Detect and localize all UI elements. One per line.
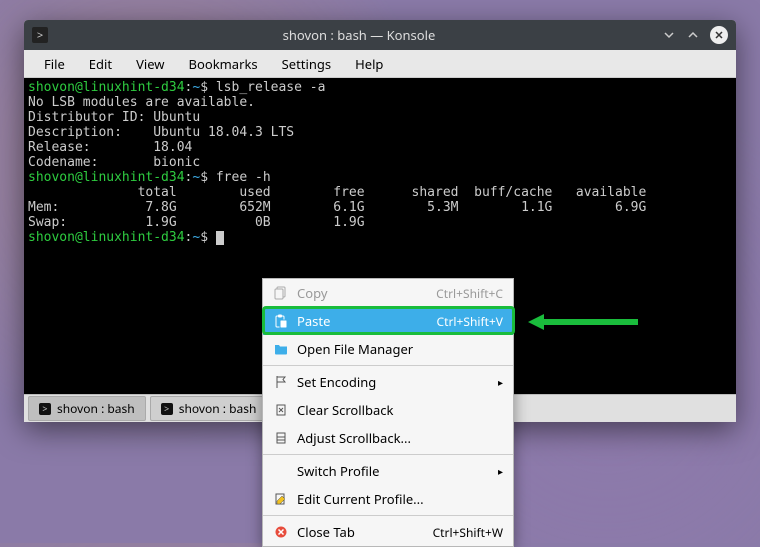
paste-icon bbox=[273, 314, 289, 328]
menu-label: Close Tab bbox=[297, 523, 425, 541]
menu-close-tab[interactable]: Close Tab Ctrl+Shift+W bbox=[263, 518, 513, 546]
menu-label: Adjust Scrollback... bbox=[297, 429, 503, 447]
prompt-user: shovon@linuxhint-d34 bbox=[28, 170, 185, 185]
menu-copy: Copy Ctrl+Shift+C bbox=[263, 279, 513, 307]
output-line: Swap: 1.9G 0B 1.9G bbox=[28, 215, 365, 230]
copy-icon bbox=[273, 286, 289, 300]
menu-edit-profile[interactable]: Edit Current Profile... bbox=[263, 485, 513, 513]
tab-2[interactable]: > shovon : bash bbox=[150, 396, 268, 421]
window-title: shovon : bash — Konsole bbox=[56, 26, 662, 44]
minimize-button[interactable] bbox=[662, 28, 676, 42]
prompt-symbol: $ bbox=[200, 80, 208, 95]
menu-switch-profile[interactable]: Switch Profile ▸ bbox=[263, 457, 513, 485]
tab-label: shovon : bash bbox=[179, 400, 257, 417]
menu-shortcut: Ctrl+Shift+C bbox=[436, 285, 503, 302]
menu-settings[interactable]: Settings bbox=[272, 51, 341, 77]
menu-label: Clear Scrollback bbox=[297, 401, 503, 419]
flag-icon bbox=[273, 375, 289, 389]
menu-separator bbox=[263, 454, 513, 455]
menu-adjust-scrollback[interactable]: Adjust Scrollback... bbox=[263, 424, 513, 452]
adjust-icon bbox=[273, 431, 289, 445]
menu-paste[interactable]: Paste Ctrl+Shift+V bbox=[263, 307, 513, 335]
menu-set-encoding[interactable]: Set Encoding ▸ bbox=[263, 368, 513, 396]
prompt-symbol: $ bbox=[200, 170, 208, 185]
output-line: Codename: bionic bbox=[28, 155, 200, 170]
menu-separator bbox=[263, 515, 513, 516]
tab-label: shovon : bash bbox=[57, 400, 135, 417]
command-2: free -h bbox=[216, 170, 271, 185]
menu-label: Copy bbox=[297, 284, 428, 302]
terminal-icon: > bbox=[39, 403, 51, 415]
menu-open-file-manager[interactable]: Open File Manager bbox=[263, 335, 513, 363]
chevron-right-icon: ▸ bbox=[498, 375, 503, 389]
menu-edit[interactable]: Edit bbox=[79, 51, 122, 77]
app-icon: > bbox=[32, 27, 48, 43]
menu-separator bbox=[263, 365, 513, 366]
output-line: No LSB modules are available. bbox=[28, 95, 255, 110]
prompt-user: shovon@linuxhint-d34 bbox=[28, 80, 185, 95]
output-line: Description: Ubuntu 18.04.3 LTS bbox=[28, 125, 294, 140]
output-line: total used free shared buff/cache availa… bbox=[28, 185, 646, 200]
menu-shortcut: Ctrl+Shift+V bbox=[437, 313, 503, 330]
titlebar: > shovon : bash — Konsole bbox=[24, 20, 736, 50]
output-line: Release: 18.04 bbox=[28, 140, 192, 155]
prompt-user: shovon@linuxhint-d34 bbox=[28, 230, 185, 245]
menu-label: Edit Current Profile... bbox=[297, 490, 503, 508]
edit-icon bbox=[273, 492, 289, 506]
clear-icon bbox=[273, 403, 289, 417]
menu-help[interactable]: Help bbox=[345, 51, 393, 77]
command-1: lsb_release -a bbox=[216, 80, 326, 95]
prompt-symbol: $ bbox=[200, 230, 208, 245]
folder-icon bbox=[273, 342, 289, 356]
menu-label: Paste bbox=[297, 312, 429, 330]
menubar: File Edit View Bookmarks Settings Help bbox=[24, 50, 736, 78]
chevron-right-icon: ▸ bbox=[498, 464, 503, 478]
menu-label: Set Encoding bbox=[297, 373, 490, 391]
cursor bbox=[216, 231, 224, 245]
menu-view[interactable]: View bbox=[126, 51, 174, 77]
menu-label: Open File Manager bbox=[297, 340, 503, 358]
output-line: Distributor ID: Ubuntu bbox=[28, 110, 200, 125]
terminal-icon: > bbox=[161, 403, 173, 415]
menu-label: Switch Profile bbox=[297, 462, 490, 480]
menu-file[interactable]: File bbox=[34, 51, 75, 77]
tab-1[interactable]: > shovon : bash bbox=[28, 396, 146, 421]
menu-bookmarks[interactable]: Bookmarks bbox=[179, 51, 268, 77]
menu-shortcut: Ctrl+Shift+W bbox=[433, 524, 503, 541]
maximize-button[interactable] bbox=[686, 28, 700, 42]
output-line: Mem: 7.8G 652M 6.1G 5.3M 1.1G 6.9G bbox=[28, 200, 646, 215]
context-menu: Copy Ctrl+Shift+C Paste Ctrl+Shift+V Ope… bbox=[262, 278, 514, 547]
close-button[interactable] bbox=[710, 26, 728, 44]
menu-clear-scrollback[interactable]: Clear Scrollback bbox=[263, 396, 513, 424]
window-controls bbox=[662, 26, 728, 44]
close-icon bbox=[273, 525, 289, 539]
